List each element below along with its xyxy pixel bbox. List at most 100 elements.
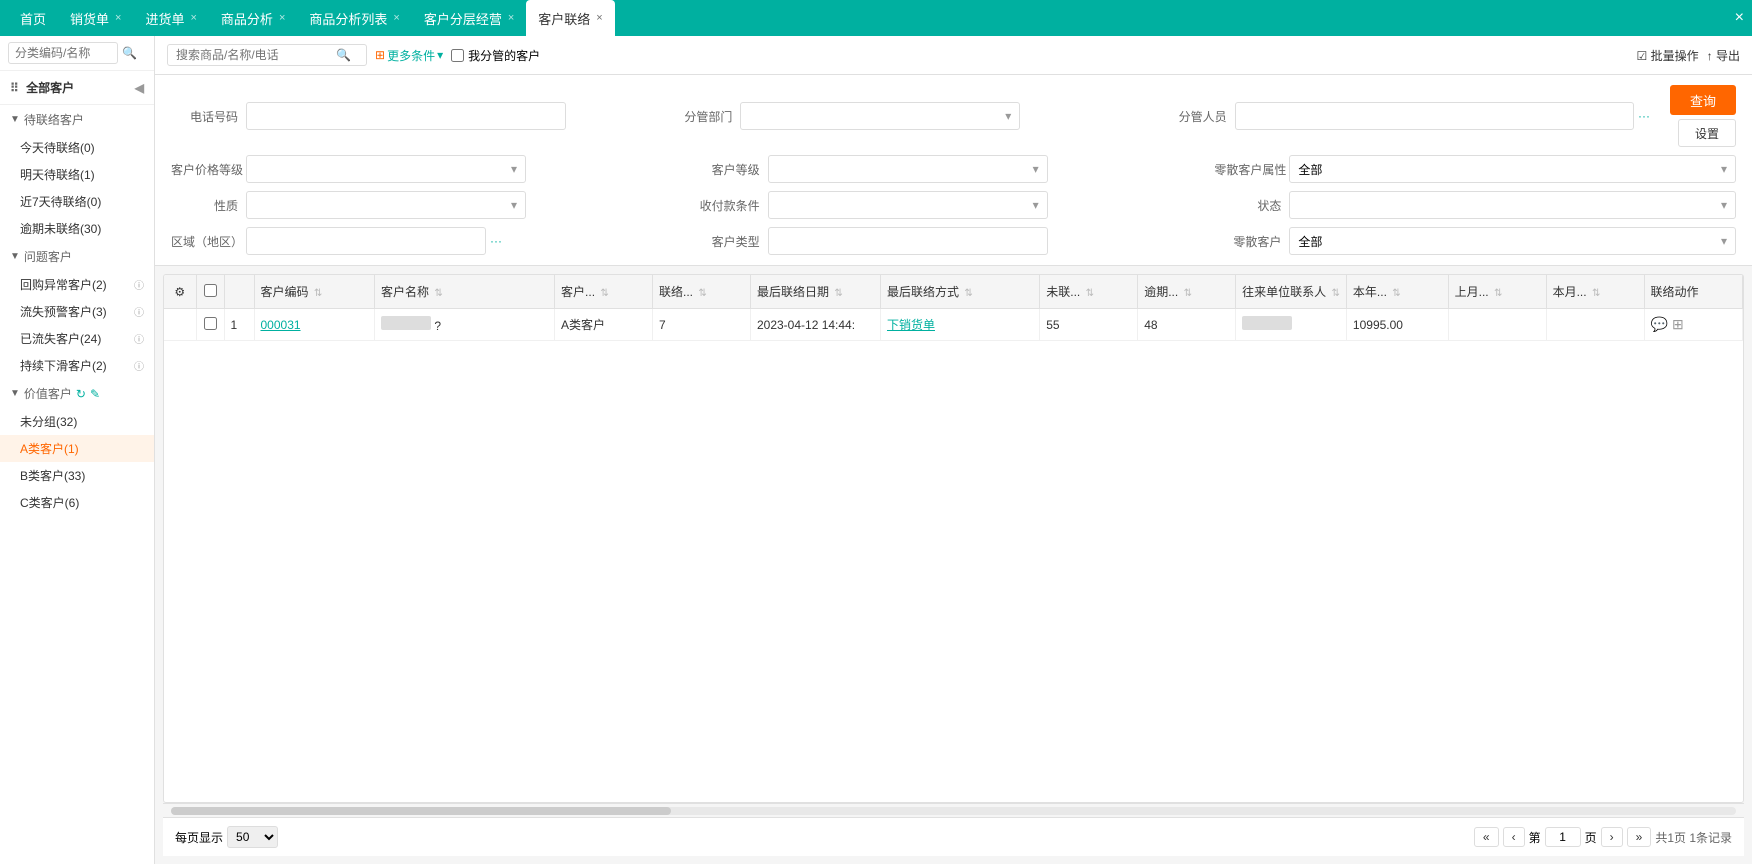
close-purchase-icon[interactable]: × bbox=[190, 12, 196, 24]
sidebar-item-warning[interactable]: 流失预警客户(3) ⓘ bbox=[0, 298, 154, 325]
set-button[interactable]: 设置 bbox=[1678, 119, 1736, 147]
my-customers-check-input[interactable] bbox=[451, 49, 464, 62]
prev-page-btn[interactable]: ‹ bbox=[1503, 827, 1525, 847]
customer-type-input[interactable] bbox=[768, 227, 1048, 255]
close-product-list-icon[interactable]: × bbox=[393, 12, 399, 24]
close-product-analysis-icon[interactable]: × bbox=[279, 12, 285, 24]
nav-purchase[interactable]: 进货单 × bbox=[133, 0, 208, 36]
horizontal-scrollbar[interactable] bbox=[163, 803, 1744, 817]
page-label: 第 bbox=[1529, 829, 1541, 846]
declining-info-icon: ⓘ bbox=[134, 358, 144, 373]
th-type[interactable]: 客户... ⇅ bbox=[555, 275, 653, 309]
th-this-month[interactable]: 本月... ⇅ bbox=[1546, 275, 1644, 309]
nav-home[interactable]: 首页 bbox=[8, 0, 58, 36]
sidebar-item-ungrouped[interactable]: 未分组(32) bbox=[0, 408, 154, 435]
filter-search-icon[interactable]: 🔍 bbox=[336, 48, 351, 62]
th-name[interactable]: 客户名称 ⇅ bbox=[375, 275, 555, 309]
row-last-method-link[interactable]: 下销货单 bbox=[887, 318, 935, 332]
th-contact[interactable]: 联络... ⇅ bbox=[653, 275, 751, 309]
edit-icon[interactable]: ✎ bbox=[90, 387, 100, 401]
customer-level-select[interactable]: ▾ bbox=[768, 155, 1048, 183]
row-code-link[interactable]: 000031 bbox=[261, 318, 301, 332]
retail-attr-label: 零散客户属性 bbox=[1214, 161, 1289, 178]
close-all-tabs[interactable]: × bbox=[1735, 9, 1744, 27]
query-button[interactable]: 查询 bbox=[1670, 85, 1736, 115]
sidebar-item-class-a[interactable]: A类客户(1) bbox=[0, 435, 154, 462]
department-caret-icon: ▾ bbox=[1005, 109, 1011, 123]
next-page-btn[interactable]: › bbox=[1601, 827, 1623, 847]
nav-sales[interactable]: 销货单 × bbox=[58, 0, 133, 36]
nav-customer-contact[interactable]: 客户联络 × bbox=[526, 0, 614, 36]
row-qr-icon[interactable]: ⊞ bbox=[1672, 316, 1684, 333]
filter-more-caret: ▾ bbox=[437, 48, 443, 62]
sidebar-item-7days[interactable]: 近7天待联络(0) bbox=[0, 188, 154, 215]
filter-price-level: 客户价格等级 ▾ bbox=[171, 155, 693, 183]
close-customer-segment-icon[interactable]: × bbox=[508, 12, 514, 24]
th-not-contacted-sort-icon: ⇅ bbox=[1086, 288, 1094, 299]
sidebar-item-declining[interactable]: 持续下滑客户(2) ⓘ bbox=[0, 352, 154, 379]
nav-customer-segment[interactable]: 客户分层经营 × bbox=[412, 0, 526, 36]
sidebar-all-customers[interactable]: ⠿ 全部客户 ◀ bbox=[0, 71, 154, 105]
th-overdue[interactable]: 逾期... ⇅ bbox=[1138, 275, 1236, 309]
row-select-checkbox[interactable] bbox=[204, 317, 217, 330]
sidebar-collapse-icon[interactable]: ◀ bbox=[135, 81, 144, 95]
first-page-btn[interactable]: « bbox=[1474, 827, 1499, 847]
pending-section-header[interactable]: ▼ 待联络客户 bbox=[0, 105, 154, 134]
th-this-year[interactable]: 本年... ⇅ bbox=[1346, 275, 1448, 309]
sidebar-item-lost[interactable]: 已流失客户(24) ⓘ bbox=[0, 325, 154, 352]
region-more-icon[interactable]: ··· bbox=[486, 234, 506, 248]
page-number-input[interactable] bbox=[1545, 827, 1581, 847]
sidebar-item-today[interactable]: 今天待联络(0) bbox=[0, 134, 154, 161]
retail-attr-select[interactable]: 全部 ▾ bbox=[1289, 155, 1736, 183]
export-btn[interactable]: ↑ 导出 bbox=[1707, 47, 1740, 64]
th-last-date[interactable]: 最后联络日期 ⇅ bbox=[750, 275, 880, 309]
scroll-thumb[interactable] bbox=[171, 807, 671, 815]
status-select[interactable]: ▾ bbox=[1289, 191, 1736, 219]
th-last-month[interactable]: 上月... ⇅ bbox=[1448, 275, 1546, 309]
th-action-label: 联络动作 bbox=[1651, 285, 1699, 299]
sidebar-item-tomorrow[interactable]: 明天待联络(1) bbox=[0, 161, 154, 188]
lost-info-icon: ⓘ bbox=[134, 331, 144, 346]
retail-select[interactable]: 全部 ▾ bbox=[1289, 227, 1736, 255]
problem-section-header[interactable]: ▼ 问题客户 bbox=[0, 242, 154, 271]
sidebar-item-abnormal[interactable]: 回购异常客户(2) ⓘ bbox=[0, 271, 154, 298]
my-customers-checkbox[interactable]: 我分管的客户 bbox=[451, 47, 540, 64]
last-page-btn[interactable]: » bbox=[1627, 827, 1652, 847]
row-chat-icon[interactable]: 💬 bbox=[1651, 316, 1668, 333]
phone-input[interactable] bbox=[246, 102, 566, 130]
close-sales-icon[interactable]: × bbox=[115, 12, 121, 24]
sidebar-search-icon[interactable]: 🔍 bbox=[122, 46, 137, 60]
close-customer-contact-icon[interactable]: × bbox=[596, 12, 602, 24]
th-last-method[interactable]: 最后联络方式 ⇅ bbox=[880, 275, 1039, 309]
nav-product-analysis[interactable]: 商品分析 × bbox=[209, 0, 297, 36]
sidebar: 🔍 ⠿ 全部客户 ◀ ▼ 待联络客户 今天待联络(0) 明天待联络(1) 近7 bbox=[0, 36, 155, 864]
person-select[interactable] bbox=[1235, 102, 1634, 130]
filter-more-btn[interactable]: ⊞ 更多条件 ▾ bbox=[375, 47, 443, 64]
row-last-method: 下销货单 bbox=[880, 309, 1039, 341]
sidebar-item-class-b[interactable]: B类客户(33) bbox=[0, 462, 154, 489]
th-not-contacted[interactable]: 未联... ⇅ bbox=[1040, 275, 1138, 309]
nature-select[interactable]: ▾ bbox=[246, 191, 526, 219]
region-input[interactable] bbox=[246, 227, 486, 255]
payment-select[interactable]: ▾ bbox=[768, 191, 1048, 219]
total-info: 共1页 1条记录 bbox=[1655, 829, 1732, 846]
nav-product-list[interactable]: 商品分析列表 × bbox=[297, 0, 411, 36]
th-code[interactable]: 客户编码 ⇅ bbox=[254, 275, 375, 309]
refresh-icon[interactable]: ↻ bbox=[76, 387, 86, 401]
person-more-icon[interactable]: ··· bbox=[1634, 109, 1654, 123]
batch-action-btn[interactable]: ☑ 批量操作 bbox=[1637, 47, 1699, 64]
th-unit-contact-sort-icon: ⇅ bbox=[1332, 288, 1340, 299]
sidebar-item-class-c[interactable]: C类客户(6) bbox=[0, 489, 154, 516]
sidebar-search-input[interactable] bbox=[8, 42, 118, 64]
value-section-header[interactable]: ▼ 价值客户 ↻ ✎ bbox=[0, 379, 154, 408]
filter-search-input[interactable] bbox=[176, 48, 336, 62]
th-gear[interactable]: ⚙ bbox=[164, 275, 196, 309]
sidebar-item-overdue[interactable]: 逾期未联络(30) bbox=[0, 215, 154, 242]
th-unit-contact[interactable]: 往来单位联系人 ⇅ bbox=[1236, 275, 1347, 309]
page-size-select[interactable]: 50 100 bbox=[227, 826, 278, 848]
select-all-checkbox[interactable] bbox=[204, 284, 217, 297]
filter-row-2: 客户价格等级 ▾ 客户等级 ▾ 零散客户属性 全部 bbox=[171, 155, 1736, 183]
th-type-label: 客户... bbox=[561, 285, 595, 299]
price-level-select[interactable]: ▾ bbox=[246, 155, 526, 183]
department-select[interactable]: ▾ bbox=[740, 102, 1020, 130]
